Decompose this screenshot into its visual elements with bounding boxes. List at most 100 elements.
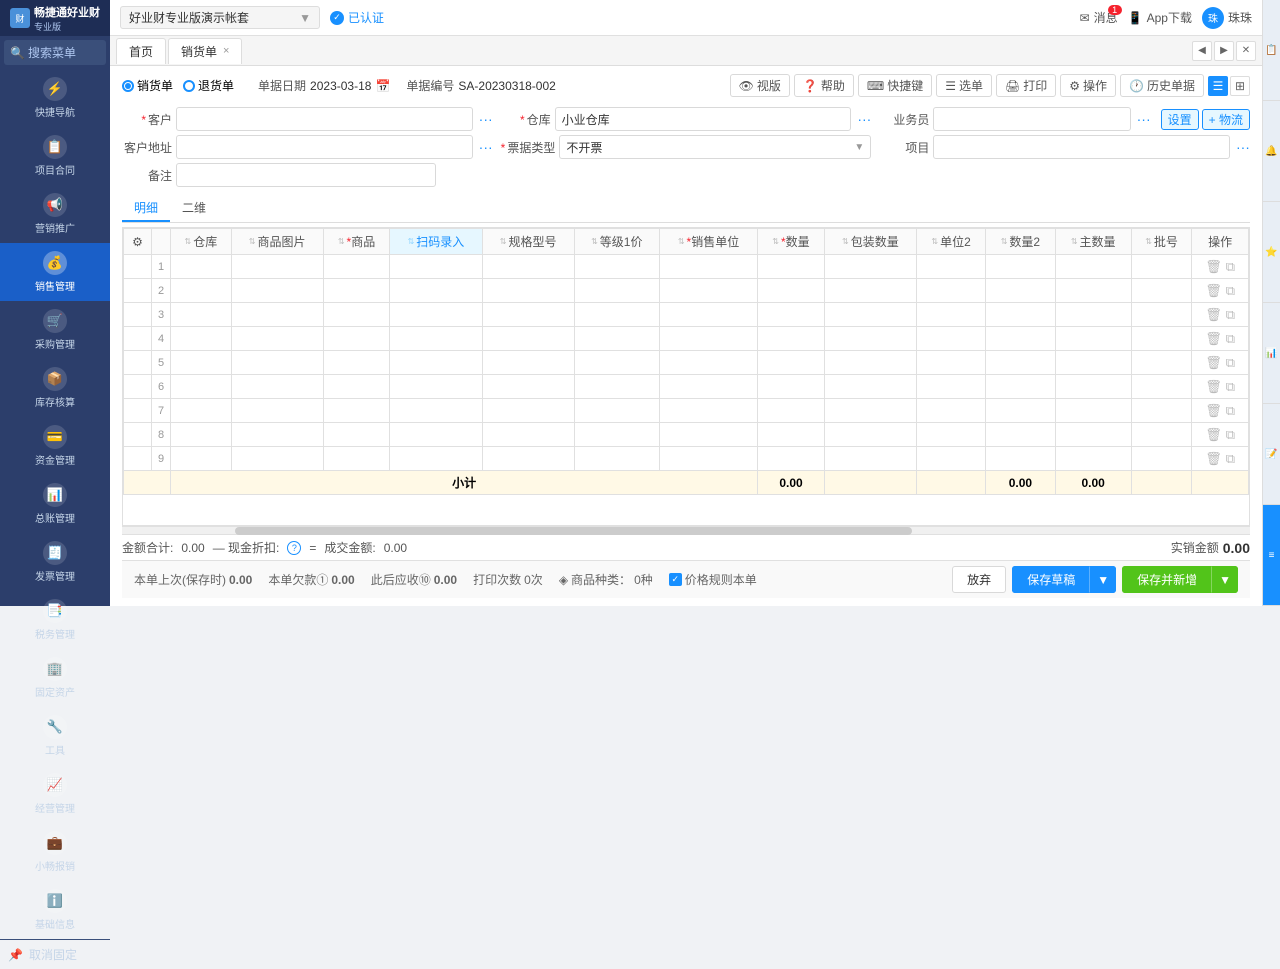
row-copy-icon[interactable]: ⧉: [1226, 283, 1235, 299]
horizontal-scrollbar[interactable]: [122, 526, 1250, 534]
salesperson-dots[interactable]: ···: [1137, 111, 1151, 127]
row-batch-import[interactable]: [390, 303, 482, 327]
row-warehouse[interactable]: [171, 399, 231, 423]
row-batch[interactable]: [1131, 399, 1191, 423]
row-main-qty[interactable]: [1055, 423, 1131, 447]
print-button[interactable]: 🖨 打印: [996, 74, 1056, 97]
quantity-col-header[interactable]: ⇅数量: [758, 229, 825, 255]
row-batch-import[interactable]: [390, 375, 482, 399]
invoice-type-select[interactable]: 不开票 ▼: [559, 135, 871, 159]
row-batch-import[interactable]: [390, 351, 482, 375]
tab-close-icon[interactable]: ×: [223, 45, 229, 57]
row-sale-unit[interactable]: [659, 255, 757, 279]
row-qty2[interactable]: [986, 423, 1055, 447]
sidebar-item-capital[interactable]: 💳 资金管理: [0, 417, 110, 475]
salesperson-input[interactable]: [933, 107, 1130, 131]
tab-sales-order[interactable]: 销货单 ×: [168, 38, 242, 64]
price-check-item[interactable]: 价格规则本单: [669, 571, 757, 588]
row-product[interactable]: [323, 447, 390, 471]
sidebar-item-basic-info[interactable]: ℹ️ 基础信息: [0, 881, 110, 939]
sidebar-item-tax[interactable]: 📑 税务管理: [0, 591, 110, 649]
row-unit2[interactable]: [916, 303, 985, 327]
row-batch[interactable]: [1131, 375, 1191, 399]
save-new-button[interactable]: 保存并新增: [1122, 566, 1212, 593]
sidebar-item-inventory[interactable]: 📦 库存核算: [0, 359, 110, 417]
setup-button[interactable]: 设置: [1161, 109, 1199, 130]
price-check-checkbox[interactable]: [669, 573, 682, 586]
row-product[interactable]: [323, 327, 390, 351]
row-price1[interactable]: [574, 375, 659, 399]
row-warehouse[interactable]: [171, 327, 231, 351]
row-main-qty[interactable]: [1055, 375, 1131, 399]
row-sale-unit[interactable]: [659, 327, 757, 351]
row-batch[interactable]: [1131, 423, 1191, 447]
row-spec[interactable]: [482, 447, 574, 471]
help-circle-icon[interactable]: ?: [287, 541, 301, 555]
row-batch[interactable]: [1131, 303, 1191, 327]
pack-qty-col-header[interactable]: ⇅包装数量: [824, 229, 916, 255]
row-quantity[interactable]: [758, 327, 825, 351]
row-sale-unit[interactable]: [659, 399, 757, 423]
row-warehouse[interactable]: [171, 279, 231, 303]
row-qty2[interactable]: [986, 375, 1055, 399]
row-main-qty[interactable]: [1055, 303, 1131, 327]
row-copy-icon[interactable]: ⧉: [1226, 331, 1235, 347]
row-batch-import[interactable]: [390, 447, 482, 471]
row-product[interactable]: [323, 303, 390, 327]
tab-nav-prev[interactable]: ◀: [1192, 41, 1212, 61]
row-quantity[interactable]: [758, 279, 825, 303]
row-unit2[interactable]: [916, 399, 985, 423]
row-sale-unit[interactable]: [659, 447, 757, 471]
customer-addr-input[interactable]: [176, 135, 473, 159]
row-warehouse[interactable]: [171, 351, 231, 375]
row-sale-unit[interactable]: [659, 375, 757, 399]
project-dots[interactable]: ···: [1236, 139, 1250, 155]
row-price1[interactable]: [574, 423, 659, 447]
row-spec[interactable]: [482, 255, 574, 279]
radio-return-order[interactable]: 退货单: [183, 77, 234, 94]
app-download-button[interactable]: 📱 App下载: [1128, 9, 1192, 26]
save-draft-button[interactable]: 保存草稿: [1012, 566, 1090, 593]
row-delete-icon[interactable]: 🗑: [1205, 355, 1222, 371]
row-pack-qty[interactable]: [824, 351, 916, 375]
save-new-dropdown[interactable]: ▼: [1212, 566, 1238, 593]
remark-input[interactable]: [176, 163, 436, 187]
row-quantity[interactable]: [758, 351, 825, 375]
sidebar-item-invoice[interactable]: 🧾 发票管理: [0, 533, 110, 591]
tab-nav-close[interactable]: ✕: [1236, 41, 1256, 61]
row-copy-icon[interactable]: ⧉: [1226, 427, 1235, 443]
row-main-qty[interactable]: [1055, 351, 1131, 375]
row-warehouse[interactable]: [171, 303, 231, 327]
quick-keys-button[interactable]: ⌨ 快捷键: [858, 74, 932, 97]
row-pack-qty[interactable]: [824, 399, 916, 423]
row-spec[interactable]: [482, 375, 574, 399]
help-button[interactable]: ❓ 帮助: [794, 74, 854, 97]
row-product[interactable]: [323, 375, 390, 399]
row-product-img[interactable]: [231, 303, 323, 327]
row-qty2[interactable]: [986, 447, 1055, 471]
right-panel-btn-5[interactable]: 📝: [1263, 404, 1280, 505]
row-quantity[interactable]: [758, 375, 825, 399]
row-product[interactable]: [323, 351, 390, 375]
row-quantity[interactable]: [758, 423, 825, 447]
batch-import-col-header[interactable]: ⇅扫码录入: [390, 229, 482, 255]
row-batch[interactable]: [1131, 279, 1191, 303]
row-quantity[interactable]: [758, 255, 825, 279]
row-qty2[interactable]: [986, 351, 1055, 375]
row-price1[interactable]: [574, 351, 659, 375]
product-col-header[interactable]: ⇅商品: [323, 229, 390, 255]
row-batch-import[interactable]: [390, 255, 482, 279]
message-button[interactable]: ✉ 1 消息: [1080, 9, 1118, 26]
row-main-qty[interactable]: [1055, 447, 1131, 471]
save-draft-dropdown[interactable]: ▼: [1090, 566, 1116, 593]
row-pack-qty[interactable]: [824, 255, 916, 279]
row-product-img[interactable]: [231, 255, 323, 279]
row-sale-unit[interactable]: [659, 303, 757, 327]
row-sale-unit[interactable]: [659, 423, 757, 447]
sale-unit-col-header[interactable]: ⇅销售单位: [659, 229, 757, 255]
row-delete-icon[interactable]: 🗑: [1205, 259, 1222, 275]
row-batch[interactable]: [1131, 255, 1191, 279]
row-copy-icon[interactable]: ⧉: [1226, 403, 1235, 419]
row-main-qty[interactable]: [1055, 399, 1131, 423]
row-product-img[interactable]: [231, 423, 323, 447]
